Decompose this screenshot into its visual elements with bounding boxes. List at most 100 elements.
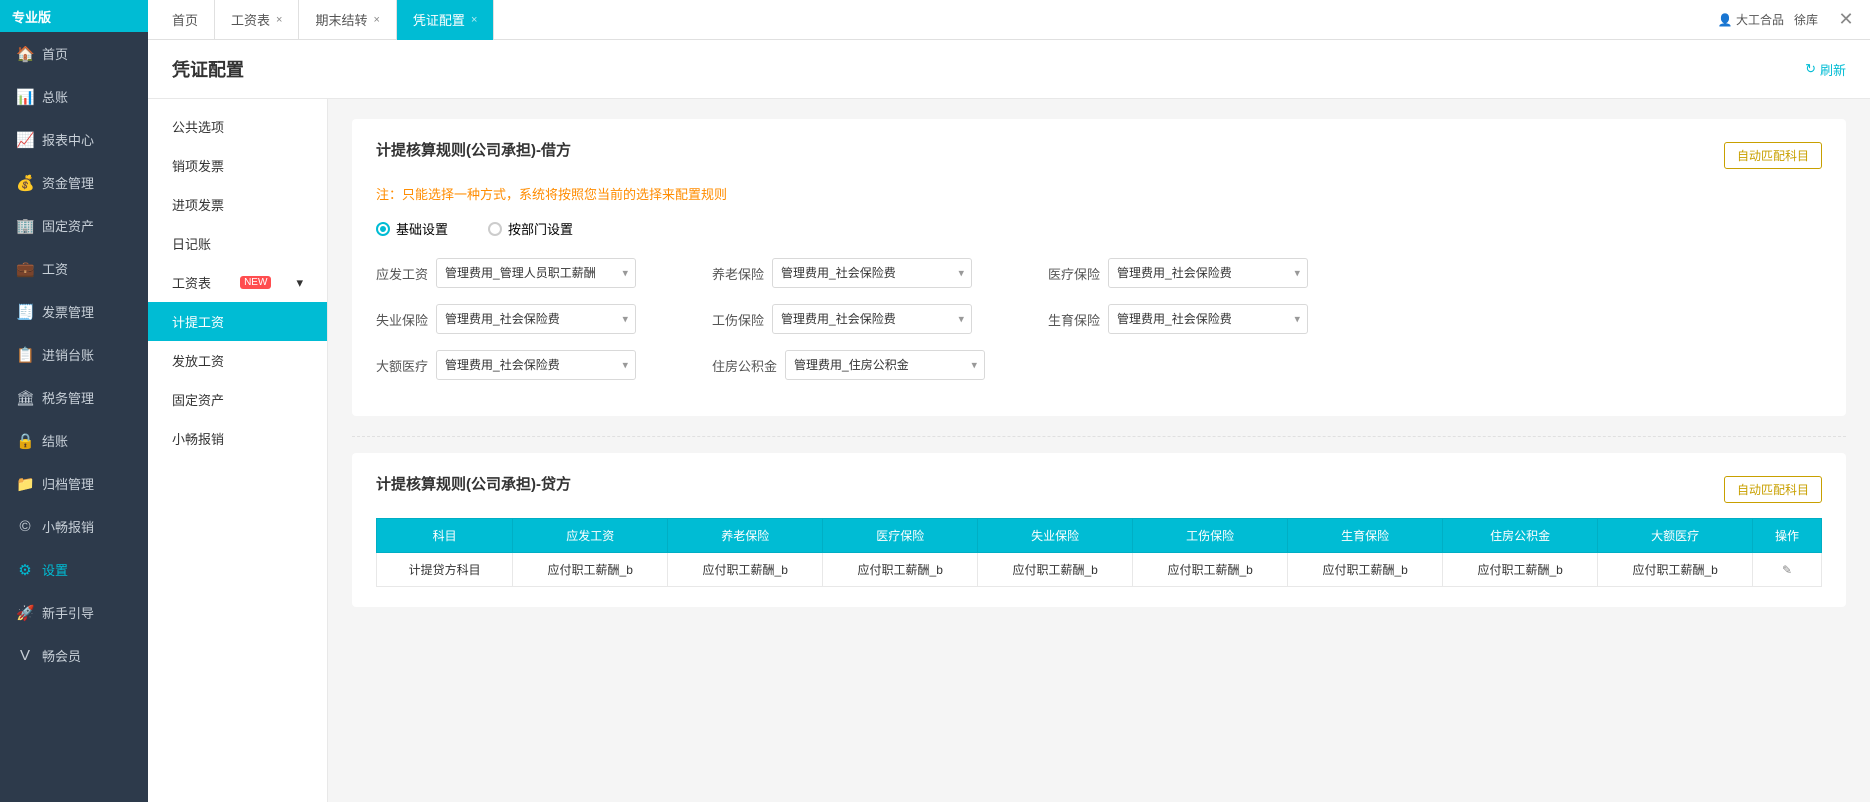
auto-match-button-1[interactable]: 自动匹配科目	[1724, 142, 1822, 169]
top-bar: 首页工资表×期末结转×凭证配置× 👤 大工合品 徐库 ✕	[148, 0, 1870, 40]
tab-voucher_config[interactable]: 凭证配置×	[397, 0, 494, 40]
section1-title: 计提核算规则(公司承担)-借方	[376, 139, 571, 160]
tab-period_close[interactable]: 期末结转 ×	[299, 0, 396, 40]
form-select-2-1[interactable]: 管理费用_住房公积金	[785, 350, 985, 380]
tab-close-voucher_config[interactable]: ×	[471, 14, 477, 26]
tab-label-home: 首页	[172, 10, 198, 29]
form-row-2: 大额医疗 管理费用_社会保险费 住房公积金 管理费用_住房公积金	[376, 350, 1822, 380]
sidebar-item-capital[interactable]: 💰资金管理	[0, 161, 148, 204]
cell-0-4: 应付职工薪酬_b	[1133, 553, 1288, 587]
sidebar-label-salary: 工资	[42, 259, 68, 278]
notice-text: 注：只能选择一种方式，系统将按照您当前的选择来配置规则	[376, 184, 1822, 203]
cell-0-5: 应付职工薪酬_b	[1288, 553, 1443, 587]
form-select-0-0[interactable]: 管理费用_管理人员职工薪酬	[436, 258, 636, 288]
left-nav-item-purchase_invoice[interactable]: 进项发票	[148, 185, 327, 224]
left-nav-item-accrual_salary[interactable]: 计提工资	[148, 302, 327, 341]
table-header-0: 科目	[377, 519, 513, 553]
form-item-1-0: 失业保险 管理费用_社会保险费	[376, 304, 696, 334]
sidebar-label-archive: 归档管理	[42, 474, 94, 493]
left-nav-label-accrual_salary: 计提工资	[172, 312, 224, 331]
sidebar-item-tax[interactable]: 🏛税务管理	[0, 376, 148, 419]
assets-icon: 🏢	[16, 217, 34, 235]
sidebar-item-settings[interactable]: ⚙设置	[0, 548, 148, 591]
sidebar-item-closing[interactable]: 🔒 结账	[0, 419, 148, 462]
radio-basic[interactable]: 基础设置	[376, 219, 448, 238]
left-nav-item-public[interactable]: 公共选项	[148, 107, 327, 146]
form-select-0-1[interactable]: 管理费用_社会保险费	[772, 258, 972, 288]
sidebar-label-invoice: 发票管理	[42, 302, 94, 321]
form-label-2-0: 大额医疗	[376, 356, 428, 375]
left-nav: 公共选项销项发票进项发票日记账工资表NEW▾ 计提工资发放工资固定资产小畅报销	[148, 99, 328, 802]
guide-icon: 🚀	[16, 604, 34, 622]
form-select-2-0[interactable]: 管理费用_社会保险费	[436, 350, 636, 380]
form-select-1-0[interactable]: 管理费用_社会保险费	[436, 304, 636, 334]
sidebar-item-ledger[interactable]: 📊总账	[0, 75, 148, 118]
form-select-1-1[interactable]: 管理费用_社会保险费	[772, 304, 972, 334]
refresh-icon: ↻	[1805, 61, 1816, 77]
form-label-0-2: 医疗保险	[1048, 264, 1100, 283]
table-header-1: 应发工资	[513, 519, 668, 553]
invoice-icon: 🧾	[16, 303, 34, 321]
auto-match-button-2[interactable]: 自动匹配科目	[1724, 476, 1822, 503]
sidebar-label-member: 畅会员	[42, 646, 81, 665]
sidebar-header: 专业版	[0, 0, 148, 32]
xc_report-icon: ©	[16, 518, 34, 535]
tab-salary_table[interactable]: 工资表×	[215, 0, 299, 40]
tab-home[interactable]: 首页	[156, 0, 215, 40]
form-label-2-1: 住房公积金	[712, 356, 777, 375]
sidebar: 专业版 🏠首页📊总账 📈 报表中心 💰资金管理🏢固定资产💼工资 🧾 发票管理 📋进销台账🏛税…	[0, 0, 148, 802]
sidebar-label-closing: 结账	[42, 431, 68, 450]
left-nav-label-journal: 日记账	[172, 234, 211, 253]
refresh-button[interactable]: ↻ 刷新	[1805, 60, 1846, 79]
form-select-0-2[interactable]: 管理费用_社会保险费	[1108, 258, 1308, 288]
select-wrap-1-1: 管理费用_社会保险费	[772, 304, 972, 334]
new-badge-salary_table: NEW	[240, 276, 271, 289]
sidebar-item-archive[interactable]: 📁归档管理	[0, 462, 148, 505]
edit-icon-0[interactable]: ✎	[1782, 563, 1792, 577]
radio-dept[interactable]: 按部门设置	[488, 219, 573, 238]
sidebar-label-guide: 新手引导	[42, 603, 94, 622]
report-icon: 📈	[16, 131, 34, 149]
tab-label-period_close: 期末结转	[315, 10, 367, 29]
left-nav-item-pay_salary[interactable]: 发放工资	[148, 341, 327, 380]
sidebar-label-report: 报表中心	[42, 130, 94, 149]
table-header-3: 医疗保险	[823, 519, 978, 553]
left-nav-item-fixed_assets[interactable]: 固定资产	[148, 380, 327, 419]
section2-title: 计提核算规则(公司承担)-贷方	[376, 473, 571, 494]
sidebar-item-xc_report[interactable]: ©小畅报销	[0, 505, 148, 548]
left-nav-item-salary_table[interactable]: 工资表NEW▾	[148, 263, 327, 302]
closing-icon: 🔒	[16, 432, 34, 450]
left-nav-item-xcbx[interactable]: 小畅报销	[148, 419, 327, 458]
left-nav-item-journal[interactable]: 日记账	[148, 224, 327, 263]
section-debit: 计提核算规则(公司承担)-借方 自动匹配科目 注：只能选择一种方式，系统将按照您…	[352, 119, 1846, 416]
section-divider	[352, 436, 1846, 437]
sidebar-item-assets[interactable]: 🏢固定资产	[0, 204, 148, 247]
section-credit: 计提核算规则(公司承担)-贷方 自动匹配科目 科目应发工资养老保险医疗保险失业保…	[352, 453, 1846, 607]
sidebar-item-member[interactable]: V畅会员	[0, 634, 148, 677]
sidebar-label-capital: 资金管理	[42, 173, 94, 192]
form-select-1-2[interactable]: 管理费用_社会保险费	[1108, 304, 1308, 334]
sidebar-item-inout[interactable]: 📋进销台账	[0, 333, 148, 376]
home-icon: 🏠	[16, 45, 34, 63]
section1-header: 计提核算规则(公司承担)-借方 自动匹配科目	[376, 139, 1822, 172]
credit-table: 科目应发工资养老保险医疗保险失业保险工伤保险生育保险住房公积金大额医疗操作计提贷…	[376, 518, 1822, 587]
page-header: 凭证配置 ↻ 刷新	[148, 40, 1870, 99]
sidebar-item-invoice[interactable]: 🧾 发票管理	[0, 290, 148, 333]
table-header-8: 大额医疗	[1598, 519, 1753, 553]
sidebar-item-salary[interactable]: 💼工资	[0, 247, 148, 290]
left-nav-label-fixed_assets: 固定资产	[172, 390, 224, 409]
sidebar-item-report[interactable]: 📈 报表中心	[0, 118, 148, 161]
radio-basic-circle	[376, 222, 390, 236]
form-label-1-2: 生育保险	[1048, 310, 1100, 329]
form-item-2-0: 大额医疗 管理费用_社会保险费	[376, 350, 696, 380]
left-nav-label-public: 公共选项	[172, 117, 224, 136]
refresh-label: 刷新	[1820, 60, 1846, 79]
left-nav-item-sales_invoice[interactable]: 销项发票	[148, 146, 327, 185]
cell-action-0[interactable]: ✎	[1753, 553, 1822, 587]
close-window-button[interactable]: ✕	[1830, 4, 1862, 36]
cell-0-7: 应付职工薪酬_b	[1598, 553, 1753, 587]
tab-close-salary_table[interactable]: ×	[276, 14, 282, 26]
sidebar-item-guide[interactable]: 🚀 新手引导	[0, 591, 148, 634]
tab-close-period_close[interactable]: ×	[373, 14, 379, 26]
sidebar-item-home[interactable]: 🏠首页	[0, 32, 148, 75]
